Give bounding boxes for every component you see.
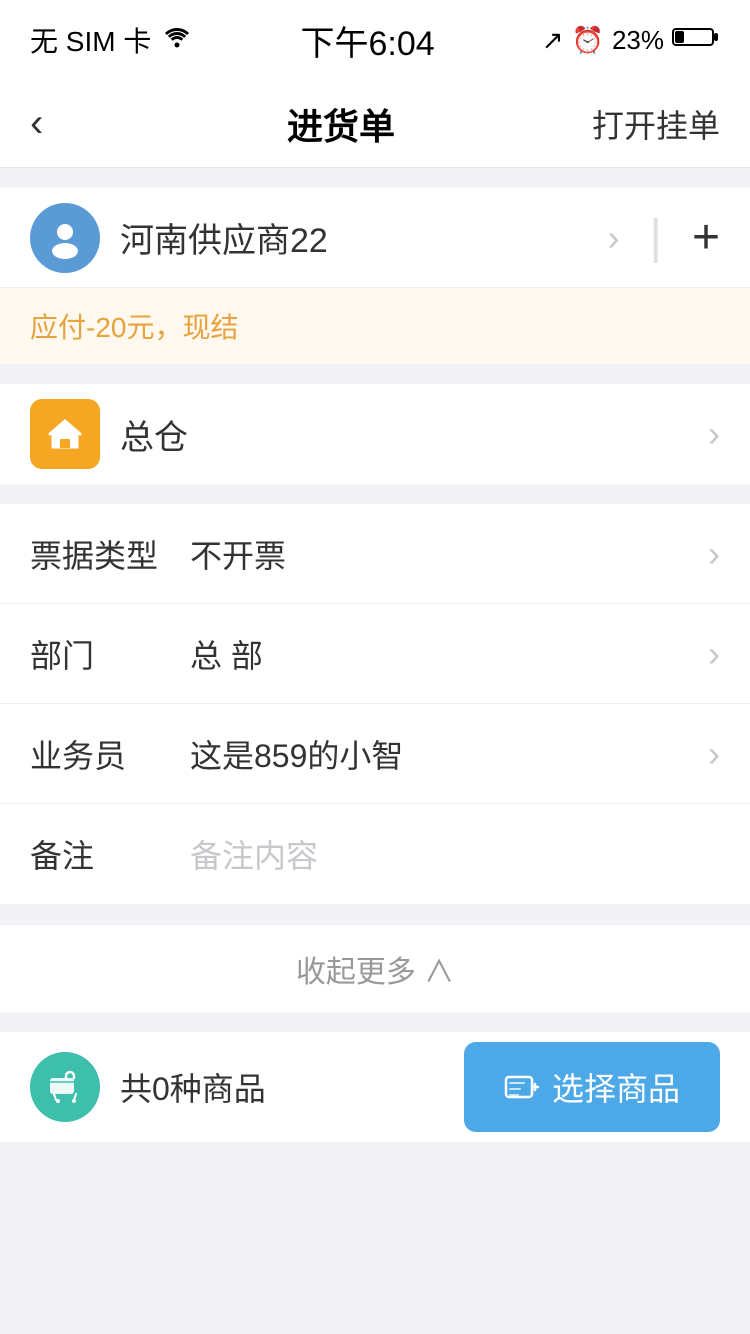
status-left: 无 SIM 卡: [30, 20, 193, 60]
sim-label: 无 SIM 卡: [30, 20, 151, 60]
invoice-row[interactable]: 票据类型 不开票 ›: [0, 504, 750, 604]
invoice-value: 不开票: [190, 531, 708, 577]
nav-bar: ‹ 进货单 打开挂单: [0, 80, 750, 168]
back-button[interactable]: ‹: [30, 101, 90, 146]
battery-label: 23%: [612, 25, 664, 56]
product-icon: [30, 1052, 100, 1122]
salesperson-label: 业务员: [30, 731, 190, 777]
bottom-bar: 共0种商品 选择商品: [0, 1032, 750, 1142]
salesperson-chevron-icon: ›: [708, 733, 720, 775]
notice-text: 应付-20元，现结: [30, 312, 238, 343]
mid-divider-1: [0, 364, 750, 384]
form-section: 票据类型 不开票 › 部门 总 部 › 业务员 这是859的小智 › 备注 备注…: [0, 504, 750, 904]
select-product-button[interactable]: 选择商品: [464, 1042, 720, 1132]
remark-row[interactable]: 备注 备注内容: [0, 804, 750, 904]
page-title: 进货单: [287, 98, 395, 150]
remark-input[interactable]: 备注内容: [190, 831, 720, 877]
warehouse-icon: [30, 399, 100, 469]
warehouse-chevron-icon: ›: [708, 413, 720, 455]
supplier-name: 河南供应商22: [120, 213, 608, 262]
dept-label: 部门: [30, 631, 190, 677]
warehouse-name: 总仓: [120, 410, 708, 459]
open-pending-button[interactable]: 打开挂单: [592, 101, 720, 147]
alarm-icon: ⏰: [572, 25, 604, 56]
salesperson-value: 这是859的小智: [190, 731, 708, 777]
supplier-chevron-icon: ›: [608, 217, 620, 259]
top-divider: [0, 168, 750, 188]
remark-label: 备注: [30, 831, 190, 877]
collapse-row[interactable]: 收起更多 ∧: [0, 924, 750, 1012]
status-bar: 无 SIM 卡 下午6:04 ↗ ⏰ 23%: [0, 0, 750, 80]
supplier-avatar: [30, 203, 100, 273]
dept-row[interactable]: 部门 总 部 ›: [0, 604, 750, 704]
battery-icon: [672, 25, 720, 56]
salesperson-row[interactable]: 业务员 这是859的小智 ›: [0, 704, 750, 804]
location-icon: ↗: [542, 25, 564, 56]
add-supplier-button[interactable]: +: [692, 214, 720, 262]
notice-bar: 应付-20元，现结: [0, 288, 750, 364]
warehouse-section[interactable]: 总仓 ›: [0, 384, 750, 484]
status-right: ↗ ⏰ 23%: [542, 25, 720, 56]
dept-value: 总 部: [190, 631, 708, 677]
product-count: 共0种商品: [120, 1064, 444, 1110]
vertical-divider: |: [650, 210, 662, 265]
select-product-label: 选择商品: [552, 1064, 680, 1110]
supplier-actions[interactable]: › | +: [608, 210, 721, 265]
invoice-chevron-icon: ›: [708, 533, 720, 575]
collapse-label: 收起更多 ∧: [296, 947, 454, 991]
supplier-section: 河南供应商22 › | +: [0, 188, 750, 288]
dept-chevron-icon: ›: [708, 633, 720, 675]
invoice-label: 票据类型: [30, 531, 190, 577]
wifi-icon: [161, 24, 193, 56]
status-time: 下午6:04: [300, 16, 434, 65]
